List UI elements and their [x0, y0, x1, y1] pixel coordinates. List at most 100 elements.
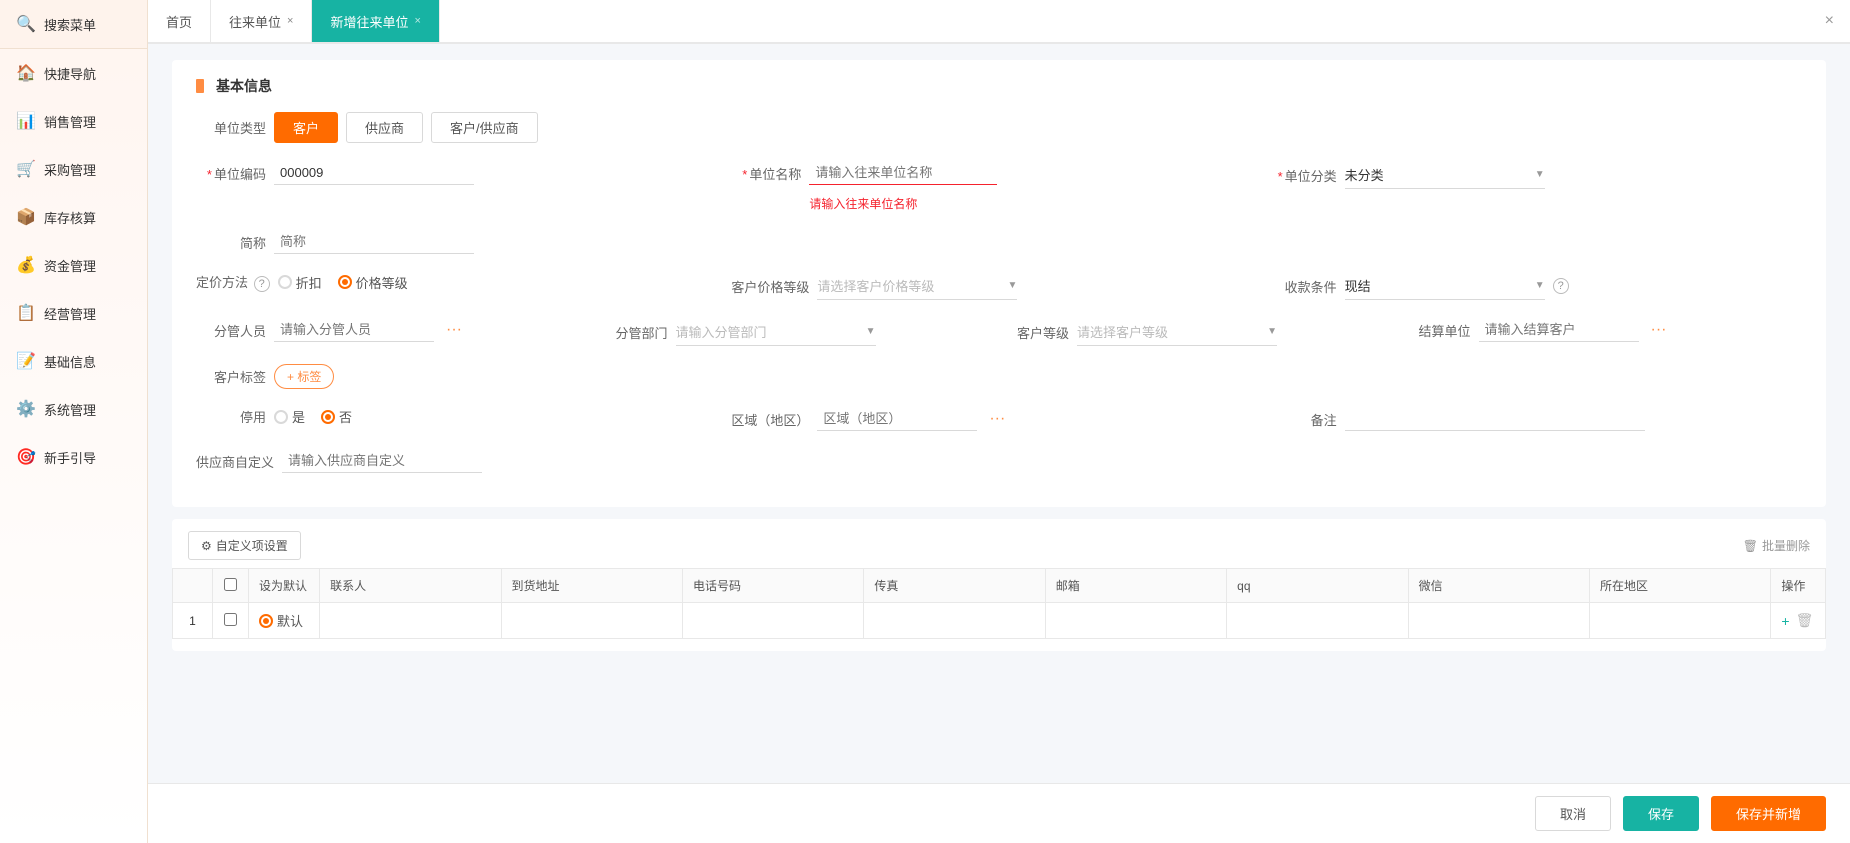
table-region-input[interactable] — [1600, 614, 1760, 628]
customer-level-select[interactable]: 请选择客户等级 ▼ — [1077, 318, 1277, 346]
sidebar-item-quick-nav[interactable]: 🏠 快捷导航 — [0, 49, 147, 97]
level-label: 价格等级 — [356, 273, 408, 292]
row-qq[interactable] — [1227, 603, 1408, 639]
fax-input[interactable] — [874, 614, 1034, 628]
payment-terms-label: 收款条件 — [1267, 277, 1337, 296]
payment-terms-value: 现结 — [1345, 276, 1531, 295]
dept-select[interactable]: 请输入分管部门 ▼ — [676, 318, 876, 346]
cancel-button[interactable]: 取消 — [1535, 796, 1611, 831]
dept-arrow-icon: ▼ — [866, 326, 876, 337]
row-add-button[interactable]: + — [1781, 613, 1789, 629]
tab-partners-label: 往来单位 — [229, 12, 281, 31]
sidebar-label-purchase: 采购管理 — [44, 160, 96, 179]
col-fax: 传真 — [864, 569, 1045, 603]
sidebar-search[interactable]: 🔍 搜索菜单 — [0, 0, 147, 49]
custom-settings-button[interactable]: ⚙ 自定义项设置 — [188, 531, 301, 560]
type-btn-customer[interactable]: 客户 — [274, 112, 338, 143]
pricing-radio-level[interactable]: 价格等级 — [338, 273, 408, 292]
row-delete-button[interactable]: 🗑 — [1796, 612, 1814, 629]
short-name-input[interactable] — [274, 230, 474, 254]
settlement-unit-field: 结算单位 ··· — [1401, 318, 1803, 342]
wechat-input[interactable] — [1419, 614, 1579, 628]
customer-price-level-placeholder: 请选择客户价格等级 — [817, 276, 1003, 295]
sidebar-item-system[interactable]: ⚙️ 系统管理 — [0, 385, 147, 433]
unit-category-select[interactable]: 未分类 ▼ — [1345, 161, 1545, 189]
supervisor-more-icon[interactable]: ··· — [446, 321, 462, 339]
col-seq — [173, 569, 213, 603]
remark-field: 备注 — [1267, 407, 1802, 431]
select-all-checkbox[interactable] — [224, 578, 237, 591]
row-address[interactable] — [501, 603, 682, 639]
row-checkbox[interactable] — [224, 613, 237, 626]
supplier-custom-input[interactable] — [282, 449, 482, 473]
sidebar-item-sales[interactable]: 📊 销售管理 — [0, 97, 147, 145]
row-contact[interactable] — [320, 603, 501, 639]
pricing-method-field: 定价方法 ? 折扣 价格等级 — [196, 272, 731, 292]
remark-input[interactable] — [1345, 407, 1645, 431]
supplier-custom-row: 供应商自定义 — [196, 449, 1802, 473]
region-label: 区域（地区） — [731, 410, 809, 429]
customer-tag-label: 客户标签 — [196, 367, 266, 386]
tab-home[interactable]: 首页 — [148, 0, 211, 42]
row-email[interactable] — [1045, 603, 1226, 639]
close-all-button[interactable]: × — [1809, 0, 1850, 42]
sidebar-label-finance: 资金管理 — [44, 256, 96, 275]
table-toolbar: ⚙ 自定义项设置 🗑 批量删除 — [172, 531, 1826, 560]
save-and-new-button[interactable]: 保存并新增 — [1711, 796, 1826, 831]
tab-new-partner[interactable]: 新增往来单位 × — [312, 0, 439, 42]
sidebar-search-label: 搜索菜单 — [44, 15, 96, 34]
sidebar-item-inventory[interactable]: 📦 库存核算 — [0, 193, 147, 241]
tab-partners-close[interactable]: × — [287, 15, 293, 27]
sidebar-item-purchase[interactable]: 🛒 采购管理 — [0, 145, 147, 193]
row-region[interactable] — [1589, 603, 1770, 639]
sidebar-item-guide[interactable]: 🎯 新手引导 — [0, 433, 147, 481]
box-icon: 📦 — [16, 207, 36, 227]
supplier-custom-field: 供应商自定义 — [196, 449, 1802, 473]
batch-delete-button[interactable]: 🗑 批量删除 — [1743, 537, 1810, 554]
unit-code-input[interactable] — [274, 161, 474, 185]
gear-icon: ⚙️ — [16, 399, 36, 419]
payment-help-icon[interactable]: ? — [1553, 278, 1569, 294]
region-input[interactable] — [817, 407, 977, 431]
email-input[interactable] — [1056, 614, 1216, 628]
search-icon: 🔍 — [16, 14, 36, 34]
save-button[interactable]: 保存 — [1623, 796, 1699, 831]
qq-input[interactable] — [1237, 614, 1397, 628]
sidebar-item-basic-info[interactable]: 📝 基础信息 — [0, 337, 147, 385]
sidebar-item-finance[interactable]: 💰 资金管理 — [0, 241, 147, 289]
pricing-help-icon[interactable]: ? — [254, 276, 270, 292]
tag-add-button[interactable]: + 标签 — [274, 364, 334, 389]
required-star-cat: * — [1278, 169, 1283, 184]
sidebar-item-operations[interactable]: 📋 经营管理 — [0, 289, 147, 337]
pricing-radio-discount[interactable]: 折扣 — [278, 273, 322, 292]
unit-name-input[interactable] — [809, 161, 997, 185]
phone-input[interactable] — [693, 614, 853, 628]
disable-no-radio[interactable]: 否 — [321, 407, 352, 426]
contact-input[interactable] — [330, 614, 490, 628]
tab-home-label: 首页 — [166, 12, 192, 31]
settlement-more-icon[interactable]: ··· — [1651, 321, 1667, 339]
region-field: 区域（地区） ··· — [731, 407, 1266, 431]
row-default-radio[interactable]: 默认 — [259, 611, 309, 630]
row-fax[interactable] — [864, 603, 1045, 639]
address-input[interactable] — [512, 614, 672, 628]
disable-no-circle — [321, 410, 335, 424]
customer-price-level-select[interactable]: 请选择客户价格等级 ▼ — [817, 272, 1017, 300]
supervisor-label: 分管人员 — [196, 321, 266, 340]
row-phone[interactable] — [682, 603, 863, 639]
tab-partners[interactable]: 往来单位 × — [211, 0, 312, 42]
region-more-icon[interactable]: ··· — [989, 410, 1005, 428]
row-checkbox-cell[interactable] — [213, 603, 249, 639]
contact-table: 设为默认 联系人 到货地址 电话号码 传真 邮箱 qq 微信 所在地区 操作 1 — [172, 568, 1826, 639]
row-wechat[interactable] — [1408, 603, 1589, 639]
type-btn-both[interactable]: 客户/供应商 — [431, 112, 538, 143]
supplier-custom-label: 供应商自定义 — [196, 452, 274, 471]
sidebar-label-inventory: 库存核算 — [44, 208, 96, 227]
unit-category-field: *单位分类 未分类 ▼ — [1267, 161, 1802, 189]
payment-terms-select[interactable]: 现结 ▼ — [1345, 272, 1545, 300]
tab-new-partner-close[interactable]: × — [414, 15, 420, 27]
type-btn-supplier[interactable]: 供应商 — [346, 112, 423, 143]
supervisor-input[interactable] — [274, 318, 434, 342]
disable-yes-radio[interactable]: 是 — [274, 407, 305, 426]
settlement-unit-input[interactable] — [1479, 318, 1639, 342]
